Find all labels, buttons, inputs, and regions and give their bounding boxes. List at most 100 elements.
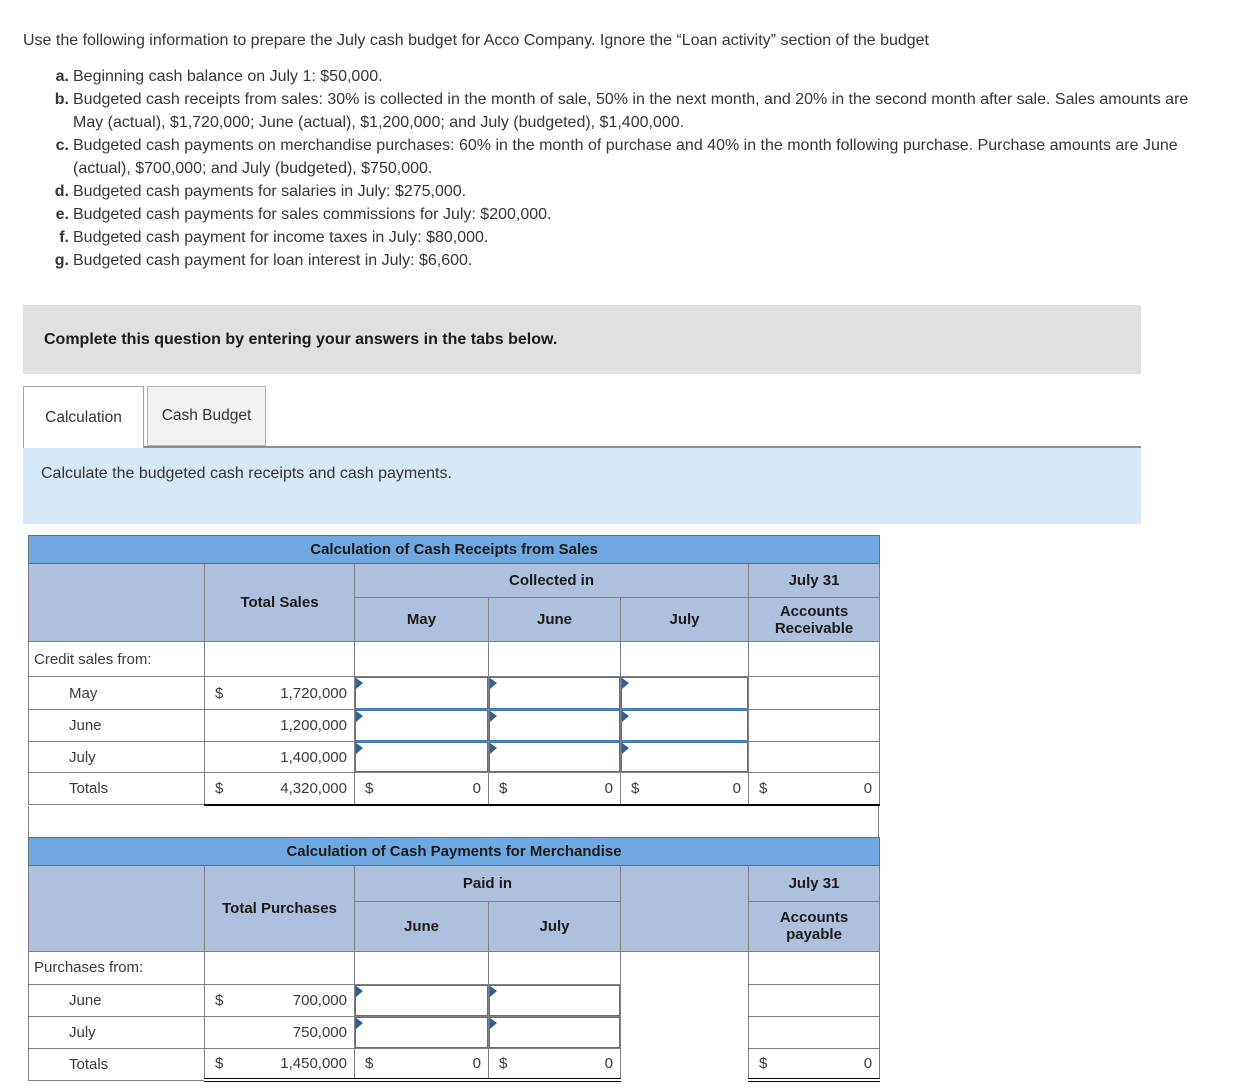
- item-text: Budgeted cash payment for loan interest …: [73, 252, 473, 269]
- amount-value: 0: [604, 779, 613, 797]
- item-letter: f.: [59, 229, 69, 246]
- accounts-receivable-header: Accounts Receivable: [747, 597, 881, 642]
- currency-symbol: $: [215, 991, 224, 1009]
- totals-collected-june: $0: [488, 772, 621, 806]
- item-letter: e.: [55, 206, 69, 223]
- input-may-collected-june: [488, 676, 621, 710]
- empty-cell: [488, 641, 621, 677]
- cash-input-cell[interactable]: [489, 742, 620, 772]
- input-may-collected-july: [620, 676, 749, 710]
- currency-symbol: $: [499, 1054, 508, 1072]
- totals-paid-june: $0: [354, 1047, 489, 1082]
- totals-label: Totals: [28, 772, 205, 805]
- item-text: Budgeted cash payments for salaries in J…: [73, 183, 467, 200]
- spacer-header-cell: [620, 864, 749, 952]
- cash-input-cell[interactable]: [489, 1017, 620, 1047]
- total-sales-july: 1,400,000: [204, 741, 355, 773]
- input-july-collected-june: [488, 741, 621, 773]
- row-label-may: May: [28, 676, 205, 710]
- amount-value: 0: [472, 779, 481, 797]
- tab-cash-budget[interactable]: Cash Budget: [147, 386, 266, 446]
- currency-symbol: $: [499, 779, 508, 797]
- empty-cell: [354, 950, 489, 985]
- payments-table-title: Calculation of Cash Payments for Merchan…: [27, 836, 881, 866]
- empty-cell: [204, 641, 355, 677]
- item-letter: a.: [55, 68, 69, 85]
- input-july-collected-may: [354, 741, 489, 773]
- spacer-cell: [620, 1048, 749, 1080]
- total-purchases-july: 750,000: [204, 1015, 355, 1049]
- question-item: a. Beginning cash balance on July 1: $50,…: [52, 65, 1219, 88]
- item-text: Budgeted cash payment for income taxes i…: [73, 229, 489, 246]
- ap-cell: [747, 983, 881, 1017]
- cash-input-cell[interactable]: [355, 1017, 488, 1047]
- cash-input-cell[interactable]: [355, 742, 488, 772]
- row-label-june: June: [28, 709, 205, 742]
- totals-accounts-receivable: $0: [747, 772, 881, 806]
- question-item: g. Budgeted cash payment for loan interes…: [52, 249, 1219, 272]
- cash-input-cell[interactable]: [621, 677, 748, 709]
- input-june-collected-june: [488, 709, 621, 742]
- question-item-list: a. Beginning cash balance on July 1: $50,…: [23, 65, 1219, 272]
- amount-value: 0: [863, 1054, 873, 1072]
- section-label: Purchases from:: [28, 950, 205, 985]
- amount-value: 0: [472, 1054, 481, 1072]
- section-label: Credit sales from:: [28, 641, 205, 677]
- cash-input-cell[interactable]: [355, 677, 488, 709]
- total-purchases-header: Total Purchases: [204, 864, 355, 952]
- input-june-paid-june: [354, 983, 489, 1017]
- input-july-paid-june: [354, 1015, 489, 1049]
- amount-value: 1,400,000: [280, 748, 347, 766]
- item-letter: b.: [54, 91, 69, 108]
- empty-cell: [747, 641, 881, 677]
- currency-symbol: $: [365, 779, 374, 797]
- tab-calculation[interactable]: Calculation: [23, 386, 144, 448]
- question-item: f. Budgeted cash payment for income taxes…: [52, 226, 1219, 249]
- receipts-corner-cell: [28, 563, 205, 642]
- question-item: d. Budgeted cash payments for salaries in…: [52, 180, 1219, 203]
- cash-input-cell[interactable]: [489, 985, 620, 1015]
- amount-value: 750,000: [292, 1023, 347, 1041]
- amount-value: 0: [863, 779, 873, 797]
- input-june-collected-july: [620, 709, 749, 742]
- amount-value: 1,450,000: [280, 1054, 347, 1072]
- totals-total-purchases: $1,450,000: [204, 1047, 355, 1082]
- amount-value: 0: [732, 779, 741, 797]
- totals-accounts-payable: $0: [747, 1047, 881, 1082]
- ar-cell: [747, 741, 881, 773]
- spacer-cell: [620, 984, 749, 1016]
- question-item: c. Budgeted cash payments on merchandise …: [52, 134, 1219, 180]
- empty-cell: [488, 950, 621, 985]
- currency-symbol: $: [215, 779, 224, 797]
- cash-input-cell[interactable]: [355, 710, 488, 741]
- cash-input-cell[interactable]: [355, 985, 488, 1015]
- month-header-june: June: [488, 597, 621, 642]
- ap-cell: [747, 950, 881, 985]
- item-text: Budgeted cash payments for sales commiss…: [73, 206, 552, 223]
- cash-input-cell[interactable]: [621, 742, 748, 772]
- empty-cell: [620, 641, 749, 677]
- amount-value: 0: [604, 1054, 613, 1072]
- spacer-cell: [620, 1016, 749, 1048]
- panel-instruction: Calculate the budgeted cash receipts and…: [41, 465, 452, 482]
- cash-receipts-table: Calculation of Cash Receipts from Sales …: [27, 535, 881, 806]
- totals-label: Totals: [28, 1047, 205, 1081]
- question-item: b. Budgeted cash receipts from sales: 30%…: [52, 88, 1219, 134]
- banner-text: Complete this question by entering your …: [44, 330, 558, 348]
- cash-input-cell[interactable]: [489, 710, 620, 741]
- currency-symbol: $: [759, 779, 768, 797]
- table-gap: [28, 805, 879, 837]
- currency-symbol: $: [215, 1054, 224, 1072]
- ar-cell: [747, 709, 881, 742]
- spacer-cell: [620, 951, 749, 984]
- cash-input-cell[interactable]: [621, 710, 748, 741]
- row-label-july: July: [28, 1015, 205, 1049]
- currency-symbol: $: [759, 1054, 768, 1072]
- item-letter: d.: [54, 183, 69, 200]
- currency-symbol: $: [365, 1054, 374, 1072]
- row-label-june: June: [28, 983, 205, 1017]
- july31-header: July 31: [747, 563, 881, 598]
- cash-input-cell[interactable]: [489, 677, 620, 709]
- item-text: Beginning cash balance on July 1: $50,00…: [73, 68, 383, 85]
- amount-value: 700,000: [292, 991, 347, 1009]
